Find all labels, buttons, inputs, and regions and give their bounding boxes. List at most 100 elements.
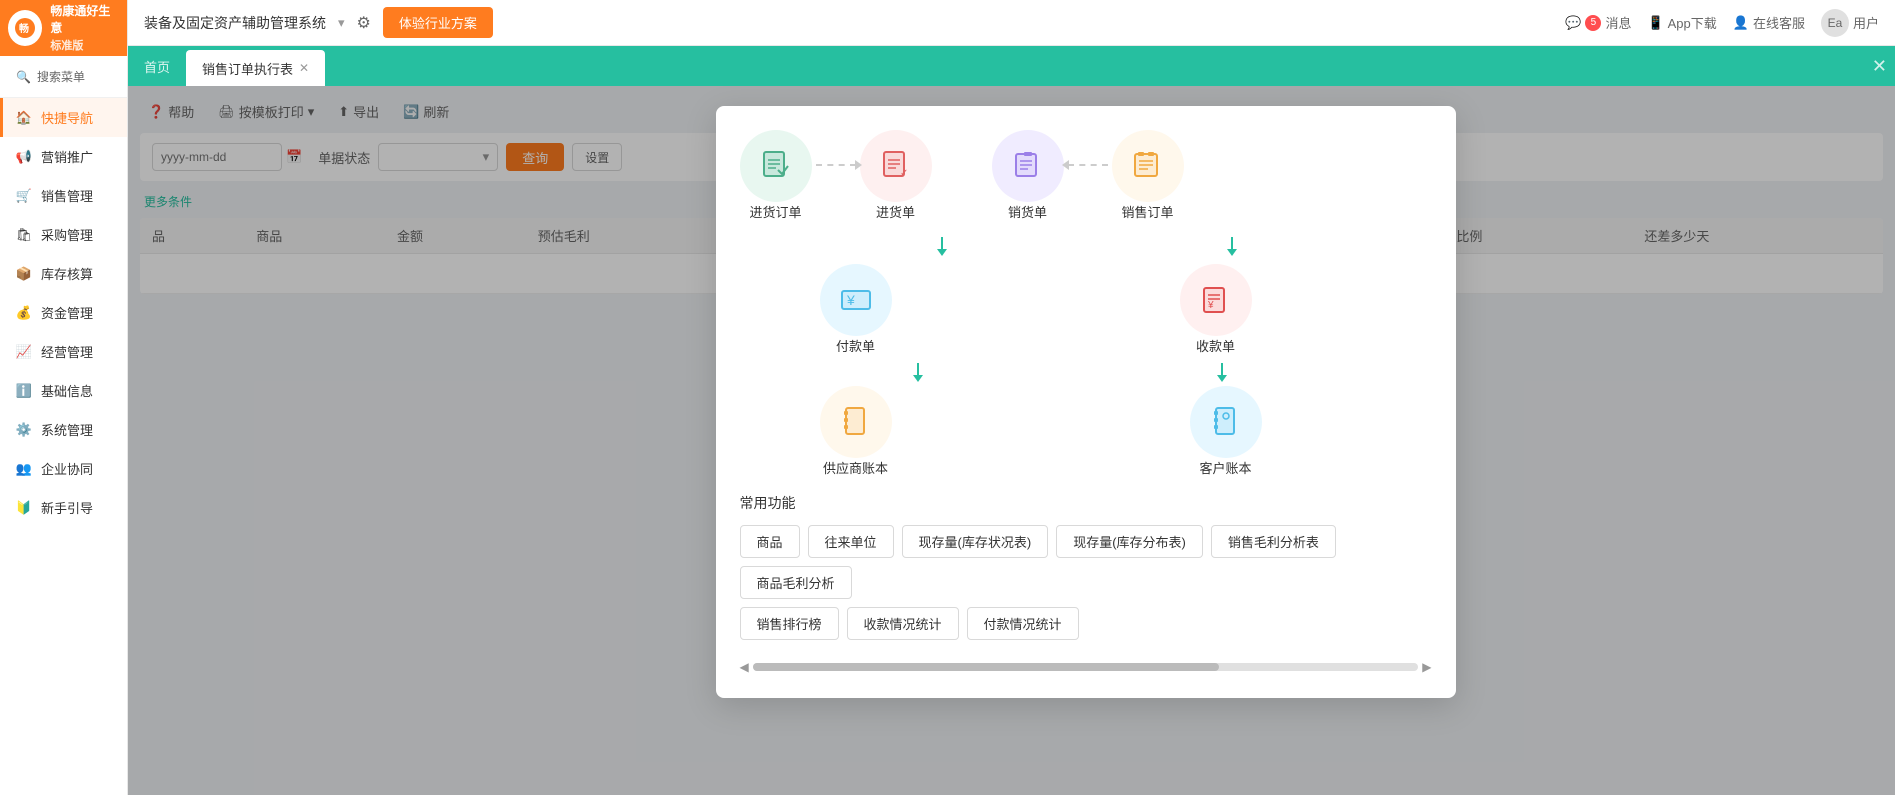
message-item[interactable]: 💬 5 消息 [1565,13,1631,32]
func-btn-sales-profit[interactable]: 销售毛利分析表 [1211,525,1336,558]
sales-order-to-bill-row: 销货单 [992,130,1184,221]
arrows-to-ledgers [740,363,1432,382]
receipt-payment-node: ¥ 收款单 [1180,264,1252,355]
common-functions-title: 常用功能 [740,493,1432,513]
customer-ledger-label: 客户账本 [1199,458,1251,477]
arrow-payment-to-supplier [860,363,976,382]
tab-close-icon[interactable]: ✕ [299,61,309,75]
sidebar-item-marketing[interactable]: 📢 营销推广 [0,137,127,176]
message-label: 消息 [1605,13,1631,32]
sidebar-item-finance[interactable]: 💰 资金管理 [0,293,127,332]
system-title: 装备及固定资产辅助管理系统 [144,13,326,33]
chart-icon: 📈 [15,343,33,361]
scroll-right-arrow[interactable]: ▶ [1422,660,1431,674]
ledger-nodes-row: 供应商账本 客户账本 [740,386,1432,477]
gap [1024,237,1192,256]
topbar-right: 💬 5 消息 📱 App下载 👤 在线客服 Ea 用户 [1565,9,1879,37]
payment-label: 付款单 [836,336,875,355]
dropdown-arrow[interactable]: ▾ [338,15,345,31]
sidebar-item-enterprise[interactable]: 👥 企业协同 [0,449,127,488]
func-btn-receipt-stats[interactable]: 收款情况统计 [847,607,959,640]
arrow-receipt-to-customer [1182,363,1262,382]
sidebar-item-label-finance: 资金管理 [41,303,93,322]
sidebar-item-label-purchase: 采购管理 [41,225,93,244]
logo-icon: 畅 [8,10,42,46]
sidebar-item-label-system: 系统管理 [41,420,93,439]
supplier-ledger-icon [820,386,892,458]
phone-icon: 📱 [1647,15,1663,31]
avatar: Ea [1821,9,1849,37]
sidebar-item-label-quicknav: 快捷导航 [41,108,93,127]
purchase-order-label: 进货订单 [749,202,801,221]
sidebar-item-inventory[interactable]: 📦 库存核算 [0,254,127,293]
supplier-ledger-label: 供应商账本 [823,458,888,477]
purchase-order-node: 进货订单 [740,130,812,221]
scroll-row: ◀ ▶ [740,660,1432,674]
quick-nav-modal: 进货订单 ✓ 进货单 [716,106,1456,698]
scroll-thumb[interactable] [753,663,1219,671]
modal-scrollbar: ◀ ▶ [740,660,1432,674]
search-icon: 🔍 [16,70,31,84]
mid-gap3 [892,386,1190,477]
logo-text: 畅康通好生意 [50,3,119,37]
user-item[interactable]: Ea 用户 [1821,9,1879,37]
scroll-track [753,663,1419,671]
function-buttons-row2: 销售排行榜 收款情况统计 付款情况统计 [740,607,1432,640]
sidebar-item-system[interactable]: ⚙️ 系统管理 [0,410,127,449]
cart-icon: 🛒 [15,187,33,205]
func-btn-stock-dist[interactable]: 现存量(库存分布表) [1056,525,1203,558]
search-menu-label: 搜索菜单 [37,68,85,85]
common-functions-section: 常用功能 商品 往来单位 现存量(库存状况表) 现存量(库存分布表) 销售毛利分… [740,493,1432,640]
experience-btn[interactable]: 体验行业方案 [383,7,493,38]
message-icon: 💬 [1565,15,1581,31]
scroll-left-arrow[interactable]: ◀ [740,660,749,674]
payment-row [740,237,1432,256]
box-icon: 📦 [15,265,33,283]
sidebar-item-label-inventory: 库存核算 [41,264,93,283]
page-content: ❓ 帮助 🖨 按模板打印 ▾ ⬆ 导出 🔄 刷新 [128,86,1895,795]
sidebar-item-label-basic-info: 基础信息 [41,381,93,400]
close-all-tabs-button[interactable]: ✕ [1872,56,1887,77]
sales-order-label: 销售订单 [1121,202,1173,221]
arrow-sales-order-to-bill [1068,164,1108,166]
flow-chart-section: 进货订单 ✓ 进货单 [740,130,1432,221]
tab-home[interactable]: 首页 [128,46,186,86]
sales-bill-group: 销货单 [992,130,1184,221]
settings-icon[interactable]: ⚙ [357,13,371,33]
func-btn-contacts[interactable]: 往来单位 [808,525,894,558]
sidebar-item-basic-info[interactable]: ℹ️ 基础信息 [0,371,127,410]
receipt-payment-label: 收款单 [1196,336,1235,355]
payment-icon: ¥ [820,264,892,336]
receipt-label: 进货单 [876,202,915,221]
payment-nodes-row: ¥ 付款单 ¥ 收款单 [740,264,1432,355]
online-service-item[interactable]: 👤 在线客服 [1733,13,1805,32]
sales-bill-icon [992,130,1064,202]
func-btn-product[interactable]: 商品 [740,525,800,558]
customer-ledger-icon [1190,386,1262,458]
purchase-order-icon [740,130,812,202]
sales-bill-label: 销货单 [1008,202,1047,221]
sidebar-item-label-operations: 经营管理 [41,342,93,361]
search-menu-button[interactable]: 🔍 搜索菜单 [8,64,119,89]
func-btn-sales-rank[interactable]: 销售排行榜 [740,607,839,640]
sidebar-search[interactable]: 🔍 搜索菜单 [0,56,127,98]
func-btn-product-profit[interactable]: 商品毛利分析 [740,566,852,599]
customer-ledger-node: 客户账本 [1190,386,1262,477]
modal-overlay[interactable]: 进货订单 ✓ 进货单 [128,86,1895,795]
tab-sales-order[interactable]: 销售订单执行表 ✕ [186,50,325,86]
receipt-node: ✓ 进货单 [860,130,932,221]
sidebar-item-quicknav[interactable]: 🏠 快捷导航 [0,98,127,137]
sidebar-item-label-marketing: 营销推广 [41,147,93,166]
sidebar: 畅 畅康通好生意 标准版 🔍 搜索菜单 🏠 快捷导航 📢 营销推广 [0,0,128,795]
app-download-item[interactable]: 📱 App下载 [1647,13,1716,32]
avatar-text: Ea [1828,16,1843,30]
gear-icon: ⚙️ [15,421,33,439]
func-btn-payment-stats[interactable]: 付款情况统计 [967,607,1079,640]
sidebar-item-sales[interactable]: 🛒 销售管理 [0,176,127,215]
sidebar-item-purchase[interactable]: 🛍 采购管理 [0,215,127,254]
supplier-ledger-node: 供应商账本 [820,386,892,477]
sidebar-item-guide[interactable]: 🔰 新手引导 [0,488,127,527]
func-btn-stock-status[interactable]: 现存量(库存状况表) [902,525,1049,558]
sidebar-item-operations[interactable]: 📈 经营管理 [0,332,127,371]
team-icon: 👥 [15,460,33,478]
